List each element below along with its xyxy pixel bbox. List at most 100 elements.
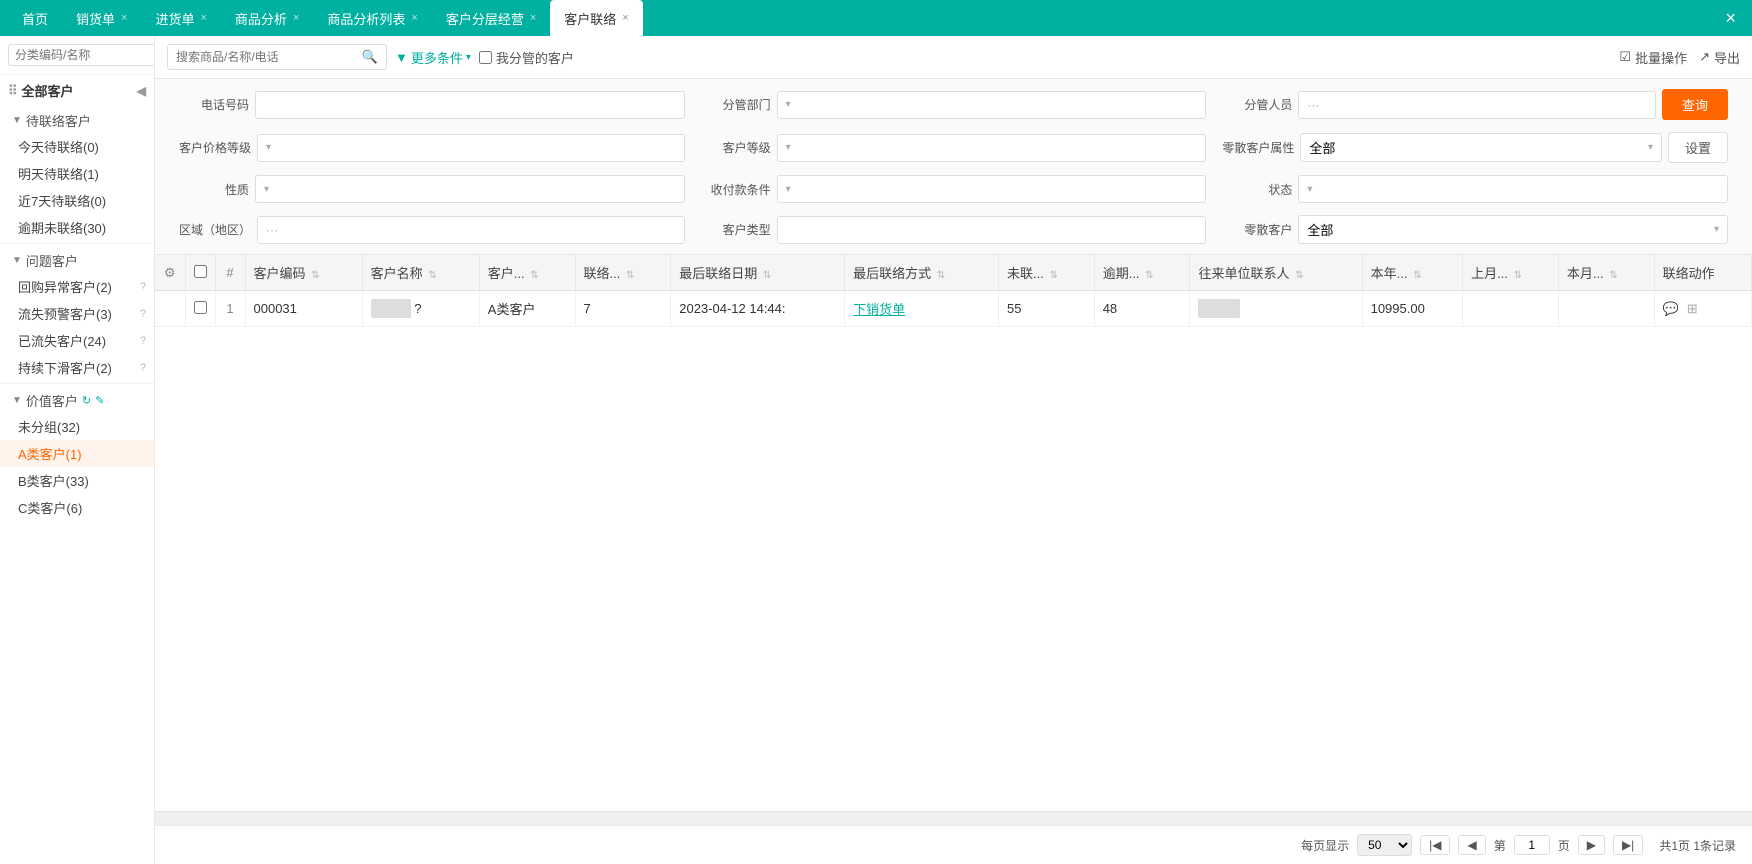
sidebar-item-class-b[interactable]: B类客户(33) bbox=[0, 467, 154, 494]
horizontal-scroll[interactable] bbox=[155, 811, 1752, 825]
sidebar-group-value[interactable]: ▼ 价值客户 ↻ ✎ bbox=[0, 386, 154, 413]
select-all-checkbox[interactable] bbox=[194, 265, 207, 278]
price-level-label: 客户价格等级 bbox=[179, 139, 251, 156]
area-input[interactable]: ··· bbox=[257, 216, 685, 244]
retail-customer-select[interactable]: 全部 ▾ bbox=[1298, 215, 1728, 244]
barcode-icon[interactable]: ⊞ bbox=[1687, 301, 1698, 317]
row-checkbox-cell[interactable] bbox=[185, 291, 215, 327]
sidebar-search-input[interactable] bbox=[8, 44, 155, 66]
manager-input[interactable]: ··· bbox=[1298, 91, 1656, 119]
phone-input[interactable] bbox=[255, 91, 685, 119]
my-customers-checkbox[interactable]: 我分管的客户 bbox=[479, 48, 574, 67]
nav-close-customer-contact[interactable]: × bbox=[622, 12, 628, 24]
name-blurred: Ea bbox=[371, 299, 411, 318]
sidebar-item-abnormal-repurchase[interactable]: 回购异常客户(2) ? bbox=[0, 273, 154, 300]
sidebar-group-problem[interactable]: ▼ 问题客户 bbox=[0, 246, 154, 273]
last-page-btn[interactable]: ▶| bbox=[1613, 835, 1643, 855]
retail-attr-select[interactable]: 全部 ▾ bbox=[1300, 133, 1662, 162]
dots-icon: ⠿ bbox=[8, 83, 18, 99]
sidebar-item-today-pending[interactable]: 今天待联络(0) bbox=[0, 133, 154, 160]
sidebar-item-churned[interactable]: 已流失客户(24) ? bbox=[0, 327, 154, 354]
filter-retail-customer: 零散客户 全部 ▾ bbox=[1214, 211, 1736, 248]
nature-select[interactable]: ▾ bbox=[255, 175, 685, 203]
customer-type-input[interactable] bbox=[777, 216, 1207, 244]
table-col-overdue[interactable]: 逾期... ⇅ bbox=[1094, 255, 1190, 291]
table-col-last-month[interactable]: 上月... ⇅ bbox=[1463, 255, 1559, 291]
prev-page-btn[interactable]: ◀ bbox=[1458, 835, 1485, 855]
page-input[interactable] bbox=[1514, 835, 1550, 855]
edit-icon[interactable]: ✎ bbox=[95, 394, 104, 407]
retail-attr-label: 零散客户属性 bbox=[1222, 139, 1294, 156]
more-conditions-btn[interactable]: ▼ 更多条件 ▾ bbox=[395, 48, 471, 67]
row-last-method-cell[interactable]: 下销货单 bbox=[845, 291, 999, 327]
sidebar-all-customers[interactable]: ⠿ 全部客户 ◀ bbox=[0, 75, 154, 106]
refresh-icon[interactable]: ↻ bbox=[82, 394, 91, 407]
export-icon: ↗ bbox=[1699, 49, 1710, 65]
value-group-label: 价值客户 bbox=[26, 391, 78, 410]
next-page-btn[interactable]: ▶ bbox=[1578, 835, 1605, 855]
table-select-all-col[interactable] bbox=[185, 255, 215, 291]
sidebar-item-7days-pending[interactable]: 近7天待联络(0) bbox=[0, 187, 154, 214]
row-no-contact-cell: 55 bbox=[998, 291, 1094, 327]
sidebar-item-tomorrow-pending[interactable]: 明天待联络(1) bbox=[0, 160, 154, 187]
nav-product-analysis[interactable]: 商品分析 × bbox=[221, 0, 313, 36]
nav-close-purchase-order[interactable]: × bbox=[200, 12, 206, 24]
table-col-last-date[interactable]: 最后联络日期 ⇅ bbox=[671, 255, 845, 291]
sidebar-item-churn-warning[interactable]: 流失预警客户(3) ? bbox=[0, 300, 154, 327]
payment-select[interactable]: ▾ bbox=[777, 175, 1207, 203]
table-col-name[interactable]: 客户名称 ⇅ bbox=[362, 255, 479, 291]
dept-label: 分管部门 bbox=[701, 96, 771, 113]
sort-icon-last-method: ⇅ bbox=[937, 270, 945, 281]
nav-customer-contact[interactable]: 客户联络 × bbox=[550, 0, 642, 36]
table-col-contact-person[interactable]: 往来单位联系人 ⇅ bbox=[1190, 255, 1362, 291]
nav-home[interactable]: 首页 bbox=[8, 0, 62, 36]
dept-select[interactable]: ▾ bbox=[777, 91, 1207, 119]
price-level-select[interactable]: ▾ bbox=[257, 134, 685, 162]
table-col-contact-count[interactable]: 联络... ⇅ bbox=[575, 255, 671, 291]
table-col-this-month[interactable]: 本月... ⇅ bbox=[1558, 255, 1654, 291]
nav-customer-segment[interactable]: 客户分层经营 × bbox=[432, 0, 550, 36]
nav-sales-order[interactable]: 销货单 × bbox=[62, 0, 141, 36]
query-btn[interactable]: 查询 bbox=[1662, 89, 1728, 120]
nav-close-customer-segment[interactable]: × bbox=[530, 12, 536, 24]
filter-retail-attr: 零散客户属性 全部 ▾ 设置 bbox=[1214, 128, 1736, 167]
sidebar-item-declining[interactable]: 持续下滑客户(2) ? bbox=[0, 354, 154, 381]
per-page-select[interactable]: 50 100 200 bbox=[1357, 834, 1412, 856]
nav-close-product-list[interactable]: × bbox=[411, 12, 417, 24]
nav-close-product-analysis[interactable]: × bbox=[293, 12, 299, 24]
table-col-type[interactable]: 客户... ⇅ bbox=[479, 255, 575, 291]
question-icon-2: ? bbox=[140, 308, 146, 320]
customer-level-select[interactable]: ▾ bbox=[777, 134, 1207, 162]
row-num-cell: 1 bbox=[215, 291, 245, 327]
batch-op-btn[interactable]: ☑ 批量操作 bbox=[1619, 48, 1687, 67]
table-col-this-year[interactable]: 本年... ⇅ bbox=[1362, 255, 1463, 291]
table-col-last-method[interactable]: 最后联络方式 ⇅ bbox=[845, 255, 999, 291]
content-area: 🔍 ▼ 更多条件 ▾ 我分管的客户 ☑ 批量操作 ↗ 导出 bbox=[155, 36, 1752, 864]
table-area: ⚙ # 客户编码 ⇅ 客户名称 ⇅ 客户... ⇅ bbox=[155, 255, 1752, 811]
status-select[interactable]: ▾ bbox=[1298, 175, 1728, 203]
export-btn[interactable]: ↗ 导出 bbox=[1699, 48, 1740, 67]
sidebar-item-class-c[interactable]: C类客户(6) bbox=[0, 494, 154, 521]
sidebar-collapse-btn[interactable]: ◀ bbox=[137, 84, 146, 98]
table-settings-col[interactable]: ⚙ bbox=[155, 255, 185, 291]
first-page-btn[interactable]: |◀ bbox=[1420, 835, 1450, 855]
filter-manager: 分管人员 ··· 查询 bbox=[1214, 85, 1736, 124]
nav-close-sales-order[interactable]: × bbox=[121, 12, 127, 24]
filter-search-icon[interactable]: 🔍 bbox=[362, 49, 378, 65]
sidebar-item-overdue-pending[interactable]: 逾期未联络(30) bbox=[0, 214, 154, 241]
message-icon[interactable]: 💬 bbox=[1663, 301, 1679, 317]
footer-bar: 每页显示 50 100 200 |◀ ◀ 第 页 ▶ ▶| 共1页 1条记录 bbox=[155, 825, 1752, 864]
table-col-code[interactable]: 客户编码 ⇅ bbox=[245, 255, 362, 291]
my-customers-check[interactable] bbox=[479, 51, 492, 64]
nav-product-analysis-list[interactable]: 商品分析列表 × bbox=[313, 0, 431, 36]
settings-btn[interactable]: 设置 bbox=[1668, 132, 1728, 163]
nav-purchase-order[interactable]: 进货单 × bbox=[141, 0, 220, 36]
filter-search-input[interactable] bbox=[176, 50, 362, 64]
table-col-no-contact[interactable]: 未联... ⇅ bbox=[998, 255, 1094, 291]
sidebar-item-class-a[interactable]: A类客户(1) bbox=[0, 440, 154, 467]
sidebar: 🔍 ⠿ 全部客户 ◀ ▼ 待联络客户 今天待联络(0) 明天待联络(1) 近7天… bbox=[0, 36, 155, 864]
row-checkbox[interactable] bbox=[194, 301, 207, 314]
sidebar-group-pending[interactable]: ▼ 待联络客户 bbox=[0, 106, 154, 133]
sidebar-item-ungrouped[interactable]: 未分组(32) bbox=[0, 413, 154, 440]
close-all-tabs[interactable]: × bbox=[1717, 8, 1744, 29]
